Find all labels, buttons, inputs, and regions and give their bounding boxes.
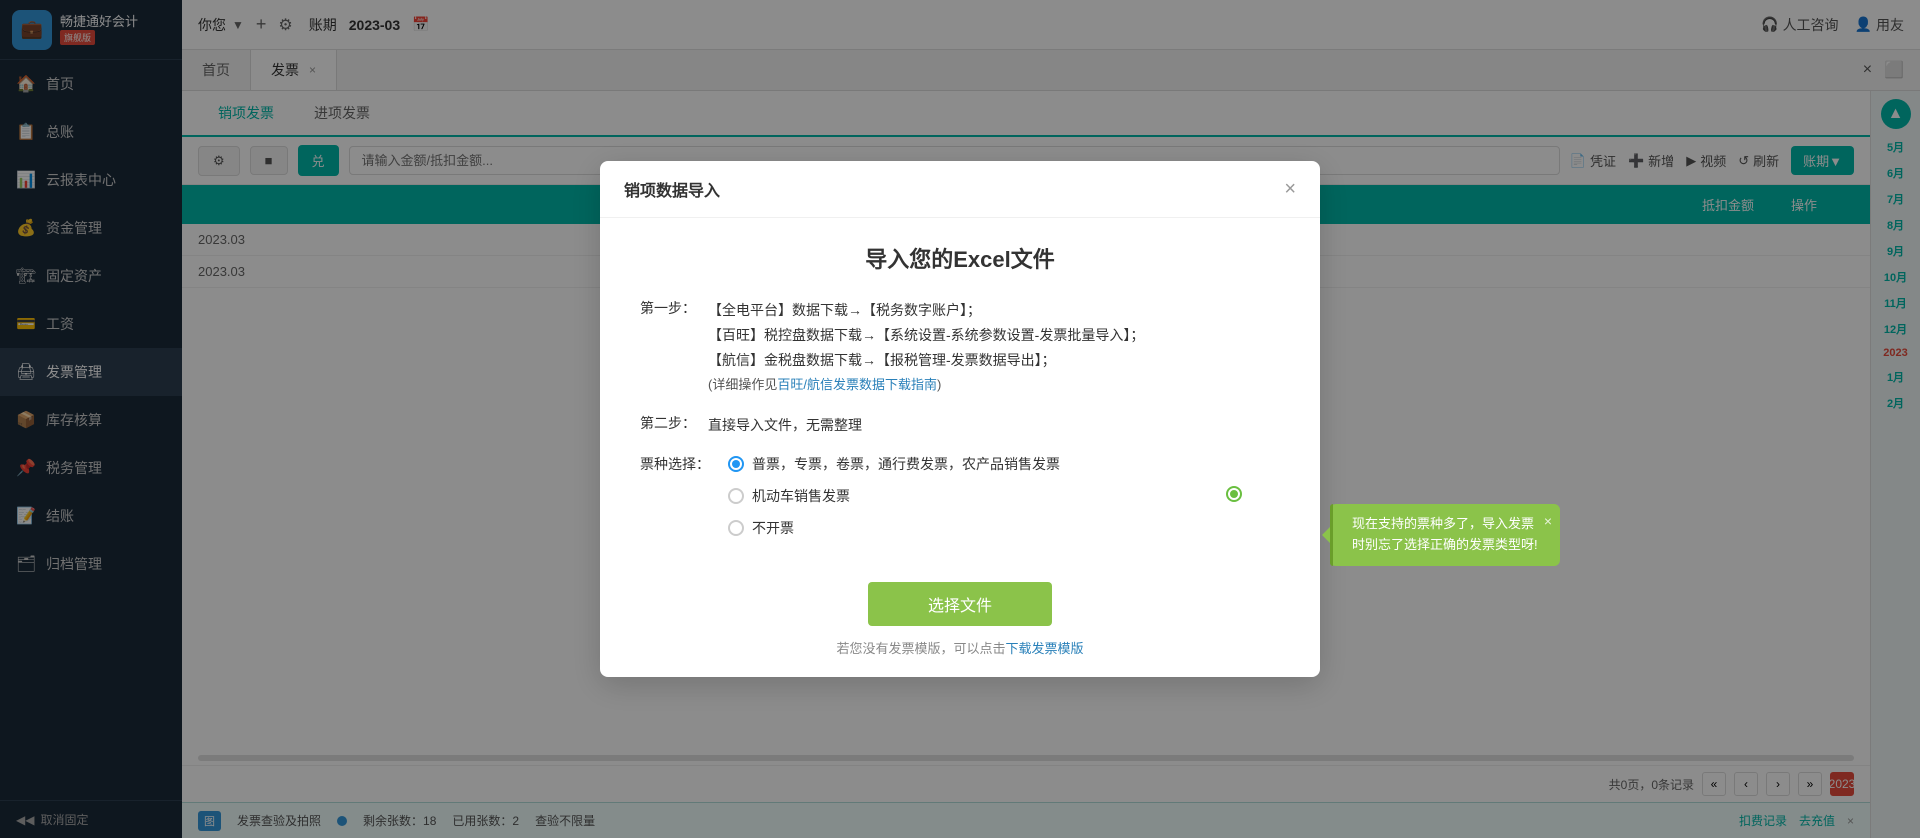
step2-row: 第二步： 直接导入文件，无需整理 — [640, 413, 1280, 438]
tooltip-balloon: 现在支持的票种多了，导入发票时别忘了选择正确的发票类型呀! × — [1330, 504, 1560, 566]
step1-line3: 【航信】金税盘数据下载→【报税管理-发票数据导出】； — [708, 348, 1144, 373]
step1-content: 【全电平台】数据下载→【税务数字账户】； 【百旺】税控盘数据下载→【系统设置-系… — [708, 298, 1144, 397]
tooltip-text: 现在支持的票种多了，导入发票时别忘了选择正确的发票类型呀! — [1352, 516, 1538, 552]
modal-close-btn[interactable]: × — [1284, 179, 1296, 199]
step1-line2: 【百旺】税控盘数据下载→【系统设置-系统参数设置-发票批量导入】； — [708, 323, 1144, 348]
step1-link-prefix: (详细操作见 — [708, 377, 777, 392]
step1-label: 第一步： — [640, 298, 700, 318]
radio-circle-2 — [728, 488, 744, 504]
radio-text-3: 不开票 — [752, 518, 794, 538]
modal-footer: 选择文件 若您没有发票模版，可以点击下载发票模版 — [600, 574, 1320, 677]
step2-label: 第二步： — [640, 413, 700, 433]
radio-item-3[interactable]: 不开票 — [728, 518, 1060, 538]
ticket-section: 票种选择： 普票，专票，卷票，通行费发票，农产品销售发票 机动车销售 — [640, 454, 1280, 538]
radio-text-2: 机动车销售发票 — [752, 486, 850, 506]
connector-dot — [1228, 488, 1240, 500]
choose-file-btn[interactable]: 选择文件 — [868, 582, 1052, 626]
radio-circle-1 — [728, 456, 744, 472]
modal-header: 销项数据导入 × — [600, 161, 1320, 218]
modal-overlay: 销项数据导入 × 导入您的Excel文件 第一步： 【全电平台】数据下载→【税务… — [0, 0, 1920, 838]
import-modal: 销项数据导入 × 导入您的Excel文件 第一步： 【全电平台】数据下载→【税务… — [600, 161, 1320, 677]
radio-item-2[interactable]: 机动车销售发票 — [728, 486, 1060, 506]
step1-row: 第一步： 【全电平台】数据下载→【税务数字账户】； 【百旺】税控盘数据下载→【系… — [640, 298, 1280, 397]
tooltip-text-content: 现在支持的票种多了，导入发票时别忘了选择正确的发票类型呀! — [1344, 514, 1546, 556]
radio-dot-1 — [732, 460, 740, 468]
step1-link-suffix: ) — [937, 377, 941, 392]
hint-prefix: 若您没有发票模版，可以点击 — [836, 641, 1005, 656]
ticket-label-row: 票种选择： 普票，专票，卷票，通行费发票，农产品销售发票 机动车销售 — [640, 454, 1280, 538]
radio-item-1[interactable]: 普票，专票，卷票，通行费发票，农产品销售发票 — [728, 454, 1060, 474]
step1-line1: 【全电平台】数据下载→【税务数字账户】； — [708, 298, 1144, 323]
modal-main-title: 导入您的Excel文件 — [640, 242, 1280, 274]
tooltip-bar — [1330, 504, 1333, 566]
modal-title: 销项数据导入 — [624, 177, 720, 201]
download-template-link[interactable]: 下载发票模版 — [1006, 641, 1084, 656]
modal-body: 导入您的Excel文件 第一步： 【全电平台】数据下载→【税务数字账户】； 【百… — [600, 218, 1320, 574]
radio-group: 普票，专票，卷票，通行费发票，农产品销售发票 机动车销售发票 不开票 — [718, 454, 1060, 538]
step2-content: 直接导入文件，无需整理 — [708, 413, 862, 438]
step1-guide-link[interactable]: 百旺/航信发票数据下载指南 — [777, 377, 937, 392]
radio-text-1: 普票，专票，卷票，通行费发票，农产品销售发票 — [752, 454, 1060, 474]
ticket-label: 票种选择： — [640, 454, 710, 474]
radio-circle-3 — [728, 520, 744, 536]
modal-hint: 若您没有发票模版，可以点击下载发票模版 — [640, 638, 1280, 657]
tooltip-close-btn[interactable]: × — [1544, 510, 1552, 532]
step1-link-row: (详细操作见百旺/航信发票数据下载指南) — [708, 373, 1144, 396]
